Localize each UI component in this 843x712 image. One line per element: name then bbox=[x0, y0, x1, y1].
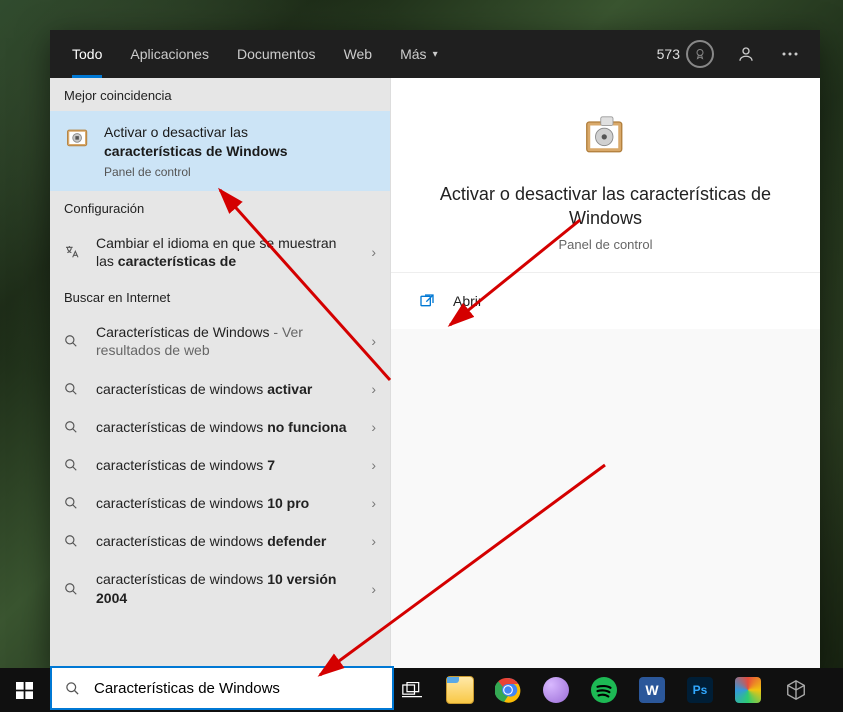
web-result-item[interactable]: Características de Windows - Ver resulta… bbox=[50, 313, 390, 369]
language-icon bbox=[64, 244, 82, 260]
search-icon bbox=[64, 534, 82, 548]
web-result-item[interactable]: características de windows 10 versión 20… bbox=[50, 560, 390, 616]
chevron-right-icon: › bbox=[371, 581, 376, 597]
search-icon bbox=[64, 458, 82, 472]
tab-apps[interactable]: Aplicaciones bbox=[116, 30, 223, 78]
results-left-column: Mejor coincidencia Activar o desactivar … bbox=[50, 78, 390, 670]
search-icon bbox=[64, 582, 82, 596]
web-result-text: características de windows 10 pro bbox=[96, 494, 376, 512]
search-icon bbox=[52, 681, 92, 696]
task-view-button[interactable] bbox=[388, 668, 436, 712]
web-result-text: características de windows 10 versión 20… bbox=[96, 570, 376, 606]
control-panel-icon bbox=[64, 123, 92, 151]
search-panel: Todo Aplicaciones Documentos Web Más▾ 57… bbox=[50, 30, 820, 670]
tab-todo[interactable]: Todo bbox=[58, 30, 116, 78]
search-input[interactable] bbox=[92, 679, 392, 698]
best-match-subtitle: Panel de control bbox=[104, 165, 288, 179]
start-button[interactable] bbox=[0, 668, 48, 712]
web-result-item[interactable]: características de windows defender › bbox=[50, 522, 390, 560]
chevron-right-icon: › bbox=[371, 457, 376, 473]
chrome-icon[interactable] bbox=[484, 668, 532, 712]
settings-item-text: Cambiar el idioma en que se muestran las… bbox=[96, 234, 376, 270]
web-result-item[interactable]: características de windows 7 › bbox=[50, 446, 390, 484]
open-action[interactable]: Abrir bbox=[391, 279, 820, 323]
best-match-header: Mejor coincidencia bbox=[50, 78, 390, 111]
chevron-right-icon: › bbox=[371, 244, 376, 260]
search-tabs: Todo Aplicaciones Documentos Web Más▾ 57… bbox=[50, 30, 820, 78]
app-cube-icon[interactable] bbox=[772, 668, 820, 712]
web-result-text: Características de Windows - Ver resulta… bbox=[96, 323, 376, 359]
preview-title: Activar o desactivar las características… bbox=[411, 182, 800, 231]
chevron-right-icon: › bbox=[371, 381, 376, 397]
spotify-icon[interactable] bbox=[580, 668, 628, 712]
best-match-title: Activar o desactivar las características… bbox=[104, 123, 288, 161]
search-icon bbox=[64, 420, 82, 434]
search-icon bbox=[64, 496, 82, 510]
word-icon[interactable]: W bbox=[628, 668, 676, 712]
chevron-right-icon: › bbox=[371, 419, 376, 435]
search-icon bbox=[64, 382, 82, 396]
app-purple-icon[interactable] bbox=[532, 668, 580, 712]
web-result-text: características de windows no funciona bbox=[96, 418, 376, 436]
preview-app-icon bbox=[578, 108, 634, 164]
settings-item-language[interactable]: Cambiar el idioma en que se muestran las… bbox=[50, 224, 390, 280]
tab-more[interactable]: Más▾ bbox=[386, 30, 451, 78]
app-colorful-icon[interactable] bbox=[724, 668, 772, 712]
web-result-text: características de windows activar bbox=[96, 380, 376, 398]
settings-header: Configuración bbox=[50, 191, 390, 224]
file-explorer-icon[interactable] bbox=[436, 668, 484, 712]
preview-subtitle: Panel de control bbox=[411, 237, 800, 252]
account-icon[interactable] bbox=[730, 38, 762, 70]
chevron-right-icon: › bbox=[371, 495, 376, 511]
search-icon bbox=[64, 334, 82, 348]
web-result-item[interactable]: características de windows 10 pro › bbox=[50, 484, 390, 522]
search-box[interactable] bbox=[50, 666, 394, 710]
chevron-right-icon: › bbox=[371, 333, 376, 349]
medal-icon bbox=[686, 40, 714, 68]
web-result-item[interactable]: características de windows no funciona › bbox=[50, 408, 390, 446]
web-header: Buscar en Internet bbox=[50, 280, 390, 313]
desktop-wallpaper: Todo Aplicaciones Documentos Web Más▾ 57… bbox=[0, 0, 843, 712]
web-result-item[interactable]: características de windows activar › bbox=[50, 370, 390, 408]
rewards-points[interactable]: 573 bbox=[657, 40, 714, 68]
photoshop-icon[interactable]: Ps bbox=[676, 668, 724, 712]
preview-pane: Activar o desactivar las características… bbox=[390, 78, 820, 670]
tab-docs[interactable]: Documentos bbox=[223, 30, 330, 78]
chevron-right-icon: › bbox=[371, 533, 376, 549]
more-options-icon[interactable] bbox=[774, 38, 806, 70]
open-icon bbox=[419, 293, 437, 309]
web-result-text: características de windows 7 bbox=[96, 456, 376, 474]
best-match-item[interactable]: Activar o desactivar las características… bbox=[50, 111, 390, 191]
tab-web[interactable]: Web bbox=[330, 30, 387, 78]
web-result-text: características de windows defender bbox=[96, 532, 376, 550]
